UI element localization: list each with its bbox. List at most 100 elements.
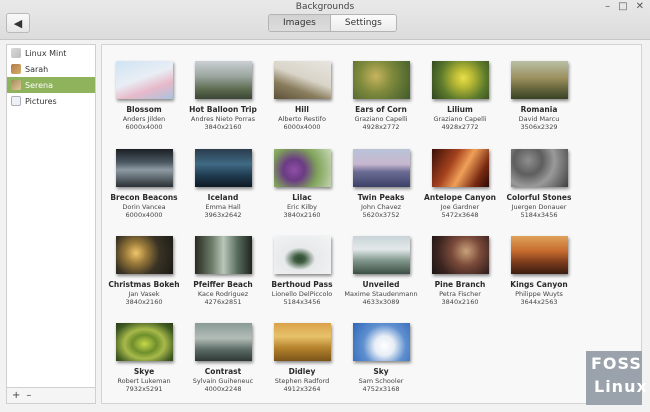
wallpaper-name: Contrast	[204, 367, 242, 376]
wallpaper-grid: Blossom Anders Jilden 6000x4000 Hot Ball…	[101, 44, 642, 404]
wallpaper-name: Blossom	[126, 105, 162, 114]
wallpaper-author: John Chavez	[360, 203, 402, 211]
wallpaper-thumbnail	[273, 323, 331, 361]
wallpaper-name: Lilac	[292, 193, 312, 202]
wallpaper-author: Sylvain Guiheneuc	[192, 377, 254, 385]
wallpaper-resolution: 3840x2160	[125, 298, 163, 306]
wallpaper-author: Andres Nieto Porras	[190, 115, 256, 123]
minimize-button[interactable]: –	[605, 1, 610, 12]
wallpaper-item[interactable]: Brecon Beacons Dorin Vancea 6000x4000	[102, 149, 186, 219]
wallpaper-name: Iceland	[207, 193, 239, 202]
wallpaper-name: Berthoud Pass	[271, 280, 333, 289]
wallpaper-thumbnail	[352, 149, 410, 187]
wallpaper-name: Skye	[133, 367, 155, 376]
wallpaper-thumbnail	[431, 149, 489, 187]
wallpaper-item[interactable]: Berthoud Pass Lionello DelPiccolo 5184x3…	[260, 236, 344, 306]
wallpaper-thumbnail	[194, 61, 252, 99]
wallpaper-item[interactable]: Iceland Emma Hall 3963x2642	[181, 149, 265, 219]
wallpaper-resolution: 6000x4000	[125, 123, 163, 131]
wallpaper-resolution: 4276x2851	[204, 298, 242, 306]
wallpaper-thumbnail	[510, 149, 568, 187]
wallpaper-name: Hill	[295, 105, 309, 114]
folder-thumbnail-icon	[11, 64, 21, 74]
wallpaper-resolution: 3840x2160	[441, 298, 479, 306]
wallpaper-name: Christmas Bokeh	[108, 280, 180, 289]
wallpaper-thumbnail	[352, 236, 410, 274]
sidebar-item-linux-mint[interactable]: Linux Mint	[7, 45, 95, 61]
wallpaper-name: Didley	[288, 367, 316, 376]
logo-line-2: Linux	[594, 377, 648, 396]
window-controls: – □ ✕	[605, 1, 644, 12]
wallpaper-thumbnail	[273, 149, 331, 187]
wallpaper-item[interactable]: Kings Canyon Philippe Wuyts 3644x2563	[497, 236, 581, 306]
wallpaper-resolution: 3963x2642	[204, 211, 242, 219]
tab-settings[interactable]: Settings	[329, 15, 396, 31]
wallpaper-resolution: 4752x3168	[362, 385, 400, 393]
wallpaper-item[interactable]: Ears of Corn Graziano Capelli 4928x2772	[339, 61, 423, 131]
wallpaper-thumbnail	[352, 323, 410, 361]
wallpaper-item[interactable]: Pfeiffer Beach Kace Rodriguez 4276x2851	[181, 236, 265, 306]
back-button[interactable]: ◀	[6, 13, 30, 33]
wallpaper-thumbnail	[194, 149, 252, 187]
wallpaper-item[interactable]: Lilium Graziano Capelli 4928x2772	[418, 61, 502, 131]
wallpaper-author: Graziano Capelli	[433, 115, 487, 123]
wallpaper-item[interactable]: Pine Branch Petra Fischer 3840x2160	[418, 236, 502, 306]
wallpaper-item[interactable]: Colorful Stones Juergen Donauer 5184x345…	[497, 149, 581, 219]
sidebar-footer: + –	[7, 387, 95, 403]
sidebar-item-sarah[interactable]: Sarah	[7, 61, 95, 77]
wallpaper-item[interactable]: Hill Alberto Restifo 6000x4000	[260, 61, 344, 131]
wallpaper-item[interactable]: Didley Stephen Radford 4912x3264	[260, 323, 344, 393]
sidebar-item-pictures[interactable]: Pictures	[7, 93, 95, 109]
wallpaper-author: Graziano Capelli	[354, 115, 408, 123]
wallpaper-name: Unveiled	[362, 280, 400, 289]
wallpaper-thumbnail	[115, 323, 173, 361]
wallpaper-item[interactable]: Hot Balloon Trip Andres Nieto Porras 384…	[181, 61, 265, 131]
wallpaper-author: Maxime Staudenmann	[344, 290, 418, 298]
wallpaper-thumbnail	[431, 61, 489, 99]
remove-folder-button[interactable]: –	[26, 390, 31, 401]
wallpaper-item[interactable]: Unveiled Maxime Staudenmann 4633x3089	[339, 236, 423, 306]
wallpaper-resolution: 5620x3752	[362, 211, 400, 219]
maximize-button[interactable]: □	[618, 1, 627, 12]
wallpaper-resolution: 4912x3264	[283, 385, 321, 393]
wallpaper-author: Alberto Restifo	[278, 115, 326, 123]
add-folder-button[interactable]: +	[12, 390, 20, 401]
wallpaper-author: Eric Kilby	[286, 203, 318, 211]
wallpaper-name: Antelope Canyon	[424, 193, 496, 202]
wallpaper-item[interactable]: Skye Robert Lukeman 7932x5291	[102, 323, 186, 393]
wallpaper-item[interactable]: Sky Sam Schooler 4752x3168	[339, 323, 423, 393]
wallpaper-thumbnail	[115, 149, 173, 187]
title-bar: Backgrounds – □ ✕ ◀ Images Settings	[0, 0, 650, 40]
wallpaper-resolution: 3506x2329	[520, 123, 558, 131]
wallpaper-item[interactable]: Blossom Anders Jilden 6000x4000	[102, 61, 186, 131]
wallpaper-thumbnail	[115, 236, 173, 274]
wallpaper-thumbnail	[431, 236, 489, 274]
wallpaper-author: Emma Hall	[205, 203, 241, 211]
wallpaper-item[interactable]: Romania David Marcu 3506x2329	[497, 61, 581, 131]
close-button[interactable]: ✕	[636, 1, 644, 12]
wallpaper-thumbnail	[352, 61, 410, 99]
wallpaper-author: David Marcu	[518, 115, 560, 123]
wallpaper-resolution: 5184x3456	[520, 211, 558, 219]
wallpaper-resolution: 3840x2160	[283, 211, 321, 219]
wallpaper-resolution: 6000x4000	[125, 211, 163, 219]
wallpaper-item[interactable]: Contrast Sylvain Guiheneuc 4000x2248	[181, 323, 265, 393]
wallpaper-author: Philippe Wuyts	[515, 290, 563, 298]
wallpaper-name: Sky	[373, 367, 389, 376]
wallpaper-author: Jan Vasek	[128, 290, 160, 298]
back-arrow-icon: ◀	[13, 16, 23, 30]
wallpaper-item[interactable]: Antelope Canyon Joe Gardner 5472x3648	[418, 149, 502, 219]
wallpaper-item[interactable]: Twin Peaks John Chavez 5620x3752	[339, 149, 423, 219]
wallpaper-thumbnail	[510, 61, 568, 99]
sidebar-item-label: Sarah	[25, 64, 49, 74]
logo-line-1: FOSS	[591, 354, 642, 373]
folder-thumbnail-icon	[11, 48, 21, 58]
wallpaper-resolution: 3840x2160	[204, 123, 242, 131]
wallpaper-name: Kings Canyon	[510, 280, 568, 289]
wallpaper-item[interactable]: Christmas Bokeh Jan Vasek 3840x2160	[102, 236, 186, 306]
wallpaper-author: Petra Fischer	[439, 290, 481, 298]
wallpaper-resolution: 4633x3089	[362, 298, 400, 306]
sidebar-item-serena[interactable]: Serena	[7, 77, 95, 93]
tab-images[interactable]: Images	[269, 15, 330, 31]
wallpaper-item[interactable]: Lilac Eric Kilby 3840x2160	[260, 149, 344, 219]
